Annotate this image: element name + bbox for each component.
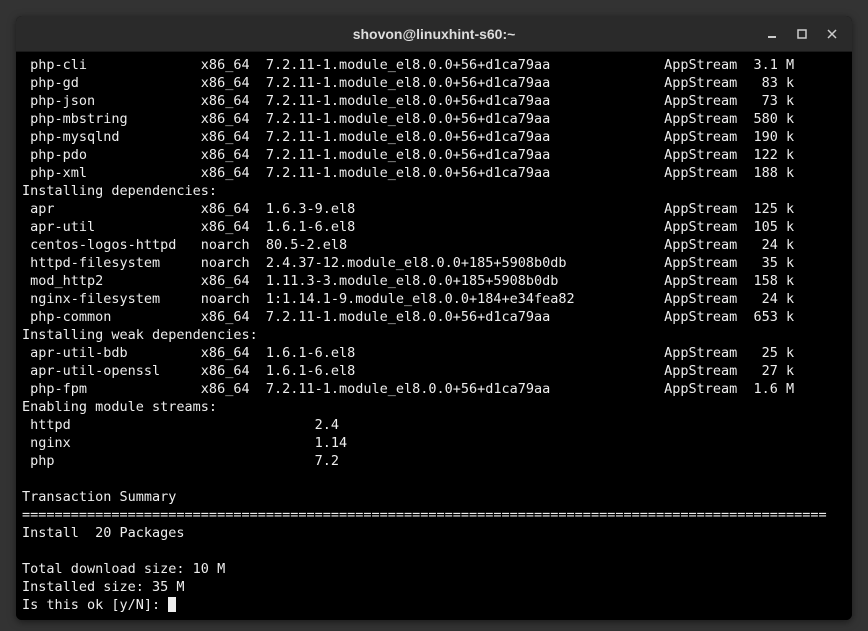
- prompt-text: Is this ok [y/N]:: [22, 597, 168, 613]
- minimize-button[interactable]: [758, 21, 786, 47]
- titlebar: shovon@linuxhint-s60:~: [16, 16, 852, 52]
- close-icon: [827, 29, 837, 39]
- window-title: shovon@linuxhint-s60:~: [16, 26, 852, 42]
- minimize-icon: [767, 29, 777, 39]
- terminal-window: shovon@linuxhint-s60:~ php-cli x86_64 7.…: [16, 16, 852, 620]
- maximize-button[interactable]: [788, 21, 816, 47]
- cursor: [168, 597, 176, 612]
- window-controls: [758, 21, 846, 47]
- terminal-output[interactable]: php-cli x86_64 7.2.11-1.module_el8.0.0+5…: [16, 52, 852, 620]
- close-button[interactable]: [818, 21, 846, 47]
- maximize-icon: [797, 29, 807, 39]
